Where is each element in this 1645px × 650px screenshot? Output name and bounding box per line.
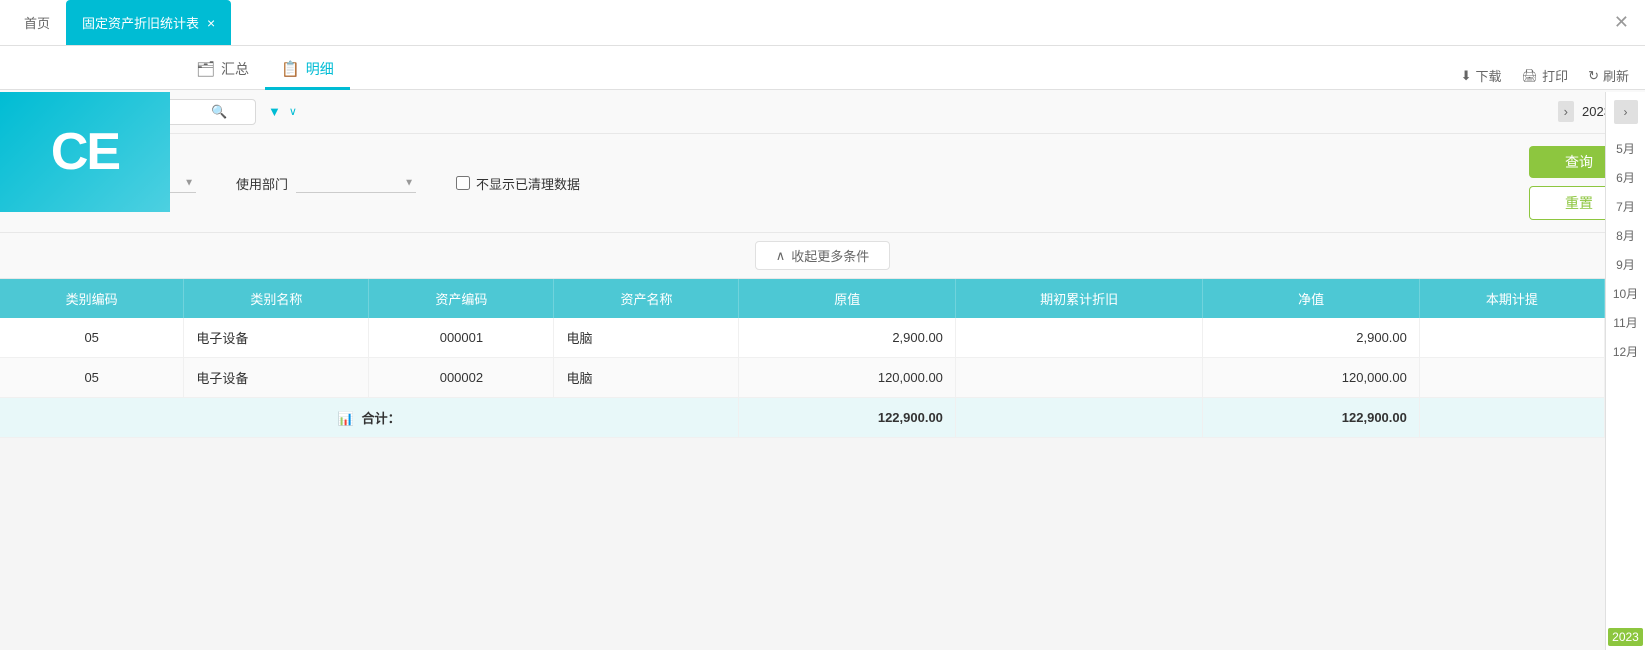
total-row: 📊 合计： 122,900.00 122,900.00 xyxy=(0,398,1605,438)
row2-original-value: 120,000.00 xyxy=(739,358,955,398)
download-label: 下载 xyxy=(1476,66,1502,85)
col-category-name: 类别名称 xyxy=(184,279,369,318)
month-8[interactable]: 8月 xyxy=(1606,223,1645,248)
col-current-period: 本期计提 xyxy=(1419,279,1604,318)
row1-category-code: 05 xyxy=(0,318,184,358)
col-net-value: 净值 xyxy=(1203,279,1419,318)
col-original-value: 原值 xyxy=(739,279,955,318)
window-close-icon[interactable]: ✕ xyxy=(1614,12,1629,33)
row2-category-code: 05 xyxy=(0,358,184,398)
panel-arrow-btn[interactable]: › xyxy=(1614,100,1638,124)
row1-net-value: 2,900.00 xyxy=(1203,318,1419,358)
search-icon: 🔍 xyxy=(211,104,227,120)
hide-cleared-checkbox[interactable] xyxy=(456,176,470,190)
total-original-value: 122,900.00 xyxy=(739,398,955,438)
row1-asset-code: 000001 xyxy=(369,318,554,358)
table-row: 05 电子设备 000001 电脑 2,900.00 2,900.00 xyxy=(0,318,1605,358)
row1-category-name: 电子设备 xyxy=(184,318,369,358)
row2-asset-name: 电脑 xyxy=(554,358,739,398)
use-department-select[interactable] xyxy=(296,173,416,193)
total-accumulated-depreciation xyxy=(955,398,1203,438)
use-department-label: 使用部门 xyxy=(236,174,288,193)
active-tab[interactable]: 固定资产折旧统计表 × xyxy=(66,0,231,45)
logo-text: CE xyxy=(51,122,119,182)
row2-net-value: 120,000.00 xyxy=(1203,358,1419,398)
right-panel: › 5月 6月 7月 8月 9月 10月 11月 12月 2023 xyxy=(1605,92,1645,650)
month-10[interactable]: 10月 xyxy=(1606,281,1645,306)
month-6[interactable]: 6月 xyxy=(1606,165,1645,190)
month-11[interactable]: 11月 xyxy=(1606,310,1645,335)
use-department-group: 使用部门 ▼ xyxy=(236,173,416,193)
hide-cleared-group: 不显示已清理数据 xyxy=(456,174,580,193)
month-7[interactable]: 7月 xyxy=(1606,194,1645,219)
total-label-cell: 📊 合计： xyxy=(0,398,739,438)
collapse-icon: ∧ xyxy=(776,248,786,264)
col-asset-name: 资产名称 xyxy=(554,279,739,318)
refresh-label: 刷新 xyxy=(1603,66,1629,85)
filter-icon: ▼ xyxy=(268,104,281,119)
refresh-icon: ↻ xyxy=(1588,68,1599,84)
expand-icon[interactable]: › xyxy=(1558,101,1574,122)
month-12[interactable]: 12月 xyxy=(1606,339,1645,364)
print-btn[interactable]: 🖨 打印 xyxy=(1522,66,1569,85)
print-icon: 🖨 xyxy=(1522,68,1539,84)
summary-icon: 🗂 xyxy=(196,60,215,78)
download-btn[interactable]: ⬇ 下载 xyxy=(1461,66,1502,85)
tab-summary[interactable]: 🗂 汇总 xyxy=(180,51,265,90)
detail-icon: 📋 xyxy=(281,60,300,78)
home-tab[interactable]: 首页 xyxy=(16,13,58,32)
active-tab-label: 固定资产折旧统计表 xyxy=(82,13,199,32)
close-tab-icon[interactable]: × xyxy=(207,15,215,31)
logo-area: CE xyxy=(0,92,170,212)
year-badge: 2023 xyxy=(1608,628,1643,646)
month-9[interactable]: 9月 xyxy=(1606,252,1645,277)
detail-label: 明细 xyxy=(306,59,334,79)
print-label: 打印 xyxy=(1542,66,1568,85)
row1-current-period xyxy=(1419,318,1604,358)
row2-current-period xyxy=(1419,358,1604,398)
collapse-btn[interactable]: ∧ 收起更多条件 xyxy=(755,241,891,270)
summary-label: 汇总 xyxy=(221,59,249,79)
more-filters-btn[interactable]: ▼ ∨ xyxy=(268,104,297,119)
total-net-value: 122,900.00 xyxy=(1203,398,1419,438)
hide-cleared-label: 不显示已清理数据 xyxy=(476,174,580,193)
row1-asset-name: 电脑 xyxy=(554,318,739,358)
table-row: 05 电子设备 000002 电脑 120,000.00 120,000.00 xyxy=(0,358,1605,398)
total-label: 合计： xyxy=(362,411,401,426)
total-icon: 📊 xyxy=(338,411,354,426)
data-table: 类别编码 类别名称 资产编码 资产名称 原值 期初累计折旧 净值 本期计提 05… xyxy=(0,279,1605,438)
col-category-code: 类别编码 xyxy=(0,279,184,318)
row2-asset-code: 000002 xyxy=(369,358,554,398)
row1-original-value: 2,900.00 xyxy=(739,318,955,358)
row2-category-name: 电子设备 xyxy=(184,358,369,398)
download-icon: ⬇ xyxy=(1461,68,1472,84)
month-5[interactable]: 5月 xyxy=(1606,136,1645,161)
col-asset-code: 资产编码 xyxy=(369,279,554,318)
total-current-period xyxy=(1419,398,1604,438)
refresh-btn[interactable]: ↻ 刷新 xyxy=(1588,66,1629,85)
data-table-container: 类别编码 类别名称 资产编码 资产名称 原值 期初累计折旧 净值 本期计提 05… xyxy=(0,279,1605,604)
row2-accumulated-depreciation xyxy=(955,358,1203,398)
row1-accumulated-depreciation xyxy=(955,318,1203,358)
collapse-label: 收起更多条件 xyxy=(791,246,869,265)
tab-detail[interactable]: 📋 明细 xyxy=(265,51,350,90)
col-accumulated-depreciation: 期初累计折旧 xyxy=(955,279,1203,318)
chevron-down-icon: ∨ xyxy=(289,105,297,118)
